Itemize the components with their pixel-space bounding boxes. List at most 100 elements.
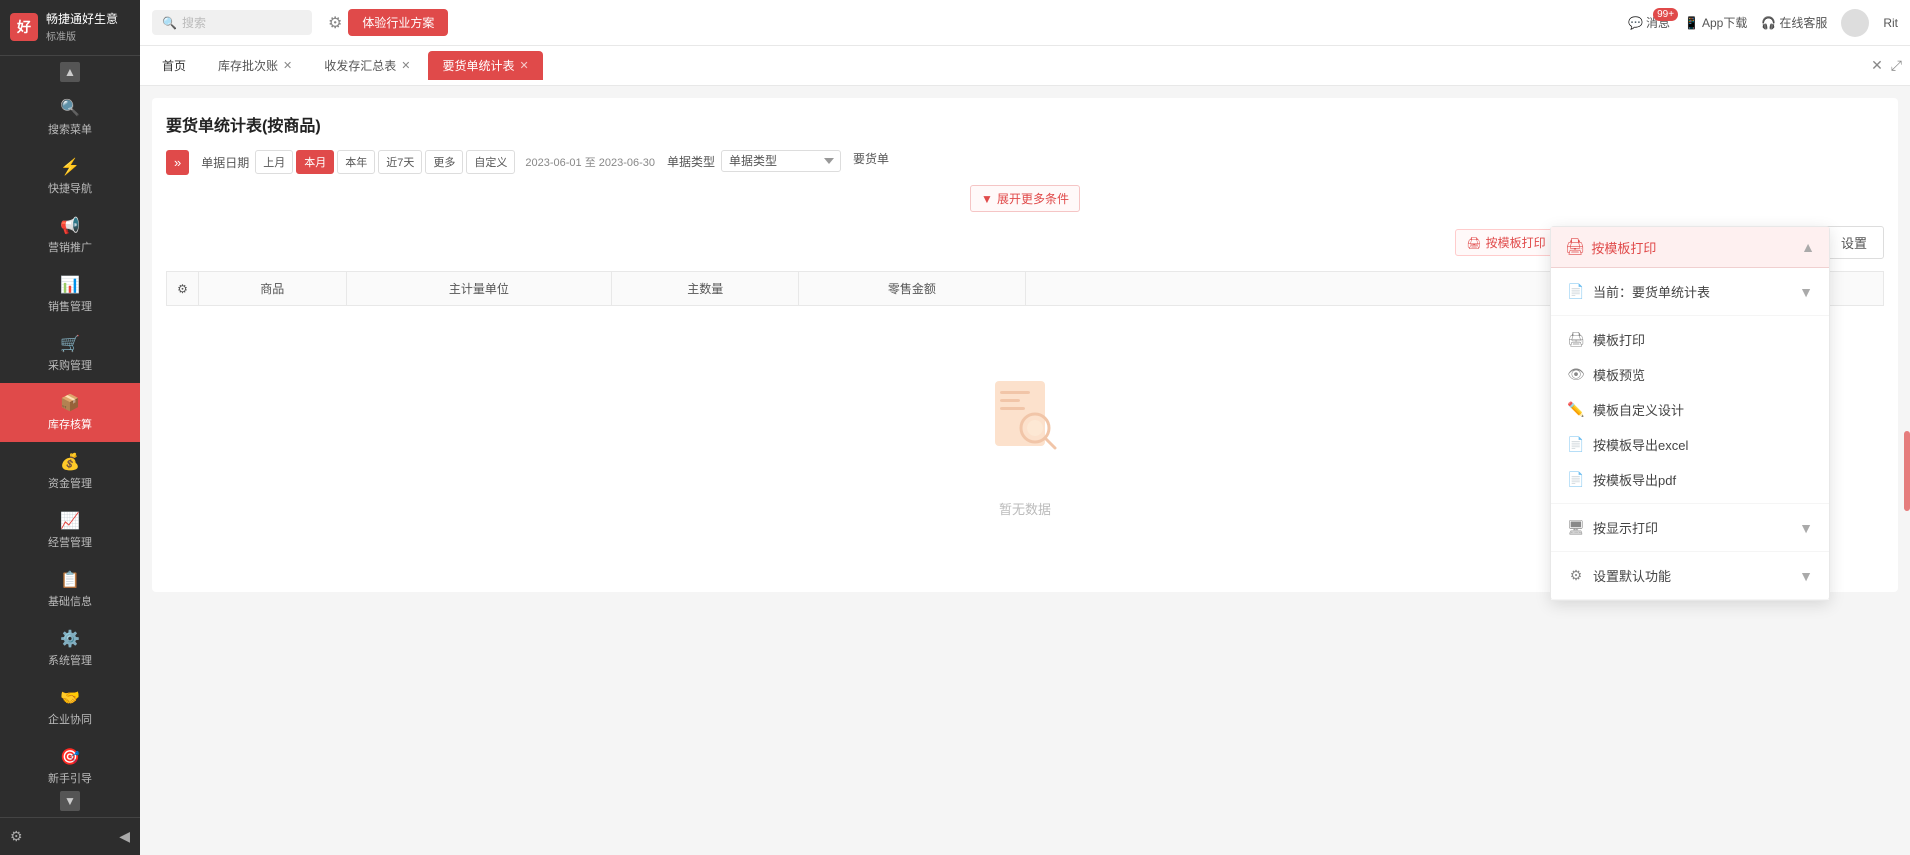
tab-close-btn[interactable]: ✕ [520,59,529,72]
user-avatar[interactable] [1841,9,1869,37]
search-bar[interactable]: 🔍 搜索 [152,10,312,35]
scroll-down-btn[interactable]: ▼ [60,791,80,811]
close-window-icon[interactable]: ✕ [1871,57,1883,74]
online-support-btn[interactable]: 🎧 在线客服 [1761,14,1827,31]
dropdown-title-text: 按模板打印 [1591,238,1656,257]
page-body: 要货单统计表(按商品) » 单据日期 上月 本月 本年 近7天 更多 自定义 [140,86,1910,855]
sidebar-item-label: 快捷导航 [48,180,92,196]
current-template-icon: 📄 [1567,283,1585,300]
dropdown-item-export-pdf[interactable]: 📄 按模板导出pdf [1551,462,1829,497]
doc-type-label: 单据类型 [667,153,715,170]
settings-btn[interactable]: 设置 [1824,226,1884,259]
default-func-label: 设置默认功能 [1593,566,1671,585]
scroll-up-btn[interactable]: ▲ [60,62,80,82]
sidebar-item-marketing[interactable]: 📢 营销推广 [0,206,140,265]
template-custom-icon: ✏️ [1567,401,1585,418]
download-icon: 📱 [1684,16,1699,30]
table-settings-icon[interactable]: ⚙ [177,282,188,296]
template-preview-icon: 👁 [1567,366,1585,383]
collapse-icon[interactable]: ◀ [119,828,130,845]
display-print-item[interactable]: 🖥 按显示打印 ▼ [1551,510,1829,545]
dropdown-item-export-excel[interactable]: 📄 按模板导出excel [1551,427,1829,462]
display-print-left: 🖥 按显示打印 [1567,518,1658,537]
sidebar-item-collab[interactable]: 🤝 企业协同 [0,678,140,737]
tab-close-btn[interactable]: ✕ [283,59,292,72]
display-print-arrow: ▼ [1799,520,1813,536]
date-btn-current-month[interactable]: 本月 [296,150,334,174]
messages-btn[interactable]: 💬 消息 99+ [1628,14,1670,31]
export-excel-icon: 📄 [1567,436,1585,453]
dropdown-header[interactable]: 🖨 按模板打印 ▲ [1551,227,1829,268]
empty-icon [975,366,1075,485]
sidebar-item-operation[interactable]: 📈 经营管理 [0,501,140,560]
sidebar-item-system[interactable]: ⚙️ 系统管理 [0,619,140,678]
template-print-dropdown: 🖨 按模板打印 ▲ 📄 当前：要货单统计表 ▼ 🖨 [1550,226,1830,601]
system-icon: ⚙️ [60,629,80,649]
sidebar-item-sales[interactable]: 📊 销售管理 [0,265,140,324]
goods-filter-label: 要货单 [853,150,889,167]
sales-icon: 📊 [60,275,80,295]
operation-icon: 📈 [60,511,80,531]
app-name: 畅捷通好生意 [46,12,118,28]
logo-text-block: 畅捷通好生意 标准版 [46,12,118,43]
print-header-icon: 🖨 [1565,237,1585,257]
sidebar-item-label: 企业协同 [48,711,92,727]
shortcut-icon: ⚡ [60,157,80,177]
dropdown-item-template-custom[interactable]: ✏️ 模板自定义设计 [1551,392,1829,427]
settings-footer-icon[interactable]: ⚙ [10,828,23,845]
current-template-arrow: ▼ [1799,284,1813,300]
tab-label: 收发存汇总表 [324,57,396,74]
date-btn-prev-month[interactable]: 上月 [255,150,293,174]
top-header: 🔍 搜索 ⚙ 体验行业方案 💬 消息 99+ 📱 App下载 🎧 在线客 [140,0,1910,46]
expand-chevron-icon: ▼ [981,192,993,206]
doc-type-select[interactable]: 单据类型 [721,150,841,172]
col-unit: 主计量单位 [346,272,612,306]
sidebar-item-basic[interactable]: 📋 基础信息 [0,560,140,619]
sidebar-item-search[interactable]: 🔍 搜索菜单 [0,88,140,147]
support-icon: 🎧 [1761,16,1776,30]
filter-toggle-btn[interactable]: » [166,150,189,175]
date-btn-custom[interactable]: 自定义 [466,150,515,174]
header-icons: 💬 消息 99+ 📱 App下载 🎧 在线客服 Rit [1628,9,1898,37]
template-print-item-label: 模板打印 [1593,330,1645,349]
sidebar-item-finance[interactable]: 💰 资金管理 [0,442,140,501]
basic-icon: 📋 [60,570,80,590]
sidebar-item-shortcut[interactable]: ⚡ 快捷导航 [0,147,140,206]
date-filter-label: 单据日期 [201,154,249,171]
maximize-window-icon[interactable]: ⤢ [1891,57,1902,74]
search-placeholder: 搜索 [182,14,206,31]
current-template-item[interactable]: 📄 当前：要货单统计表 ▼ [1551,274,1829,309]
tab-receivable-summary[interactable]: 收发存汇总表 ✕ [310,51,424,80]
messages-badge: 99+ [1653,8,1678,21]
expand-label: 展开更多条件 [997,190,1069,207]
app-download-btn[interactable]: 📱 App下载 [1684,14,1747,31]
settings-icon[interactable]: ⚙ [328,13,342,33]
dropdown-item-template-preview[interactable]: 👁 模板预览 [1551,357,1829,392]
dropdown-default-func-section: ⚙ 设置默认功能 ▼ [1551,552,1829,600]
tab-close-btn[interactable]: ✕ [401,59,410,72]
sidebar-footer: ⚙ ◀ [0,817,140,855]
tab-inventory-batch[interactable]: 库存批次账 ✕ [204,51,306,80]
default-func-item[interactable]: ⚙ 设置默认功能 ▼ [1551,558,1829,593]
tab-home[interactable]: 首页 [148,51,200,80]
export-pdf-label: 按模板导出pdf [1593,470,1676,489]
tab-requisition-stats[interactable]: 要货单统计表 ✕ [428,51,542,80]
sidebar: 好 畅捷通好生意 标准版 ▲ 🔍 搜索菜单 ⚡ 快捷导航 📢 营销推广 📊 销售… [0,0,140,855]
sidebar-item-inventory[interactable]: 📦 库存核算 [0,383,140,442]
sidebar-item-purchase[interactable]: 🛒 采购管理 [0,324,140,383]
date-btn-last7[interactable]: 近7天 [378,150,422,174]
marketing-icon: 📢 [60,216,80,236]
printer-icon: 🖨 [1466,236,1481,250]
dropdown-item-template-print[interactable]: 🖨 模板打印 [1551,322,1829,357]
sidebar-item-guide[interactable]: 🎯 新手引导 [0,737,140,785]
avatar [1841,9,1869,37]
trial-button[interactable]: 体验行业方案 [348,9,448,36]
date-btn-current-year[interactable]: 本年 [337,150,375,174]
app-download-label: App下载 [1702,14,1747,31]
default-func-icon: ⚙ [1567,567,1585,584]
message-icon: 💬 [1628,16,1643,30]
current-template-label: 当前：要货单统计表 [1593,282,1710,301]
empty-text: 暂无数据 [999,499,1051,518]
date-btn-more[interactable]: 更多 [425,150,463,174]
expand-more-btn[interactable]: ▼ 展开更多条件 [970,185,1080,212]
